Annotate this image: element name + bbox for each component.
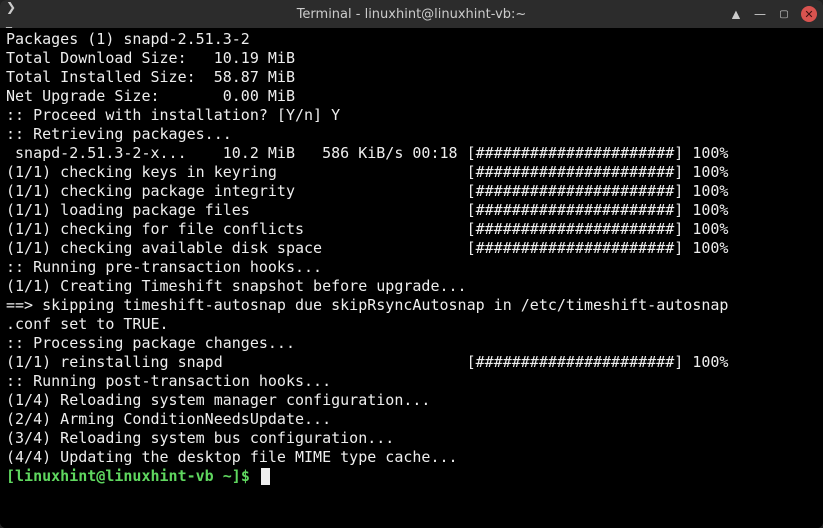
terminal-line: Packages (1) snapd-2.51.3-2: [6, 30, 817, 49]
terminal-line: :: Running post-transaction hooks...: [6, 372, 817, 391]
terminal-window: ❯_ Terminal - linuxhint@linuxhint-vb:~ ▲…: [0, 0, 823, 528]
terminal-line: snapd-2.51.3-2-x... 10.2 MiB 586 KiB/s 0…: [6, 144, 817, 163]
close-button[interactable]: ✕: [801, 6, 817, 22]
terminal-line: Total Installed Size: 58.87 MiB: [6, 68, 817, 87]
titlebar[interactable]: ❯_ Terminal - linuxhint@linuxhint-vb:~ ▲…: [0, 0, 823, 28]
terminal-line: :: Retrieving packages...: [6, 125, 817, 144]
terminal-line: (2/4) Arming ConditionNeedsUpdate...: [6, 410, 817, 429]
keep-on-top-icon[interactable]: ▲: [729, 7, 743, 21]
terminal-line: (1/1) checking package integrity [######…: [6, 182, 817, 201]
terminal-line: (1/1) reinstalling snapd [##############…: [6, 353, 817, 372]
terminal-line: :: Processing package changes...: [6, 334, 817, 353]
terminal-body[interactable]: Packages (1) snapd-2.51.3-2Total Downloa…: [0, 28, 823, 528]
prompt-line[interactable]: [linuxhint@linuxhint-vb ~]$: [6, 467, 817, 486]
terminal-line: Total Download Size: 10.19 MiB: [6, 49, 817, 68]
cursor: [261, 468, 270, 485]
terminal-line: ==> skipping timeshift-autosnap due skip…: [6, 296, 817, 315]
window-title: Terminal - linuxhint@linuxhint-vb:~: [0, 7, 823, 22]
prompt-prefix: [linuxhint@linuxhint-vb ~]: [6, 467, 241, 485]
terminal-line: (4/4) Updating the desktop file MIME typ…: [6, 448, 817, 467]
terminal-line: .conf set to TRUE.: [6, 315, 817, 334]
terminal-line: (3/4) Reloading system bus configuration…: [6, 429, 817, 448]
terminal-line: :: Proceed with installation? [Y/n] Y: [6, 106, 817, 125]
prompt-dollar: $: [241, 467, 259, 485]
terminal-line: :: Running pre-transaction hooks...: [6, 258, 817, 277]
terminal-line: (1/1) checking for file conflicts [#####…: [6, 220, 817, 239]
terminal-line: (1/4) Reloading system manager configura…: [6, 391, 817, 410]
maximize-button[interactable]: ▢: [777, 7, 791, 21]
terminal-line: (1/1) loading package files [###########…: [6, 201, 817, 220]
terminal-icon: ❯_: [6, 7, 20, 21]
terminal-line: (1/1) checking available disk space [###…: [6, 239, 817, 258]
terminal-line: Net Upgrade Size: 0.00 MiB: [6, 87, 817, 106]
terminal-line: (1/1) checking keys in keyring [########…: [6, 163, 817, 182]
terminal-line: (1/1) Creating Timeshift snapshot before…: [6, 277, 817, 296]
minimize-button[interactable]: —: [753, 7, 767, 21]
